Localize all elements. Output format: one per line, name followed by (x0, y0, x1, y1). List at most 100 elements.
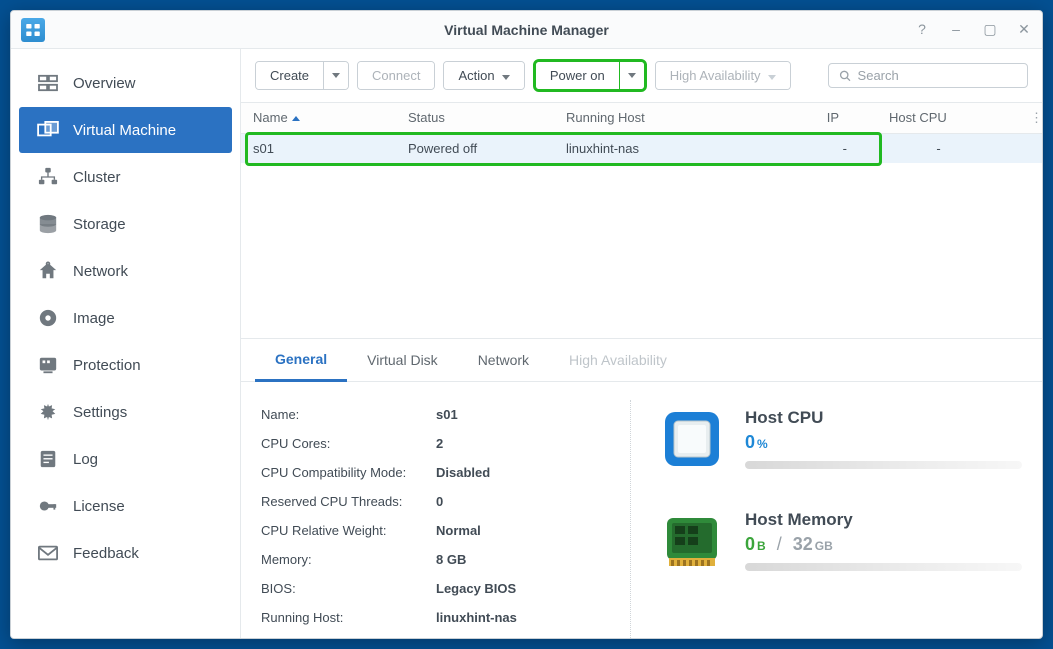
sidebar-item-cluster[interactable]: Cluster (19, 154, 232, 200)
connect-button-group: Connect (357, 61, 435, 90)
cell-cpu: - (859, 134, 1018, 163)
th-cpu[interactable]: Host CPU (859, 103, 1018, 133)
metric-host-cpu: Host CPU 0% (661, 408, 1022, 470)
sidebar-item-license[interactable]: License (19, 483, 232, 529)
license-icon (37, 496, 59, 516)
maximize-button[interactable]: ▢ (982, 21, 998, 38)
sidebar-item-virtual-machine[interactable]: Virtual Machine (19, 107, 232, 153)
kv-key: CPU Cores: (261, 436, 436, 451)
create-button[interactable]: Create (256, 62, 323, 89)
sidebar-item-feedback[interactable]: Feedback (19, 530, 232, 576)
ha-button-group: High Availability (655, 61, 791, 90)
connect-button[interactable]: Connect (358, 62, 434, 89)
create-button-group: Create (255, 61, 349, 90)
sidebar-item-network[interactable]: Network (19, 248, 232, 294)
th-more[interactable]: ⋮ (1018, 103, 1042, 133)
storage-icon (37, 214, 59, 234)
app-window: Virtual Machine Manager ? – ▢ ✕ Overview… (10, 10, 1043, 639)
metric-sep: / (777, 534, 782, 554)
action-label: Action (458, 68, 494, 83)
details-panel: General Virtual Disk Network High Availa… (241, 338, 1042, 638)
sidebar-label: Network (73, 263, 128, 280)
tab-general[interactable]: General (255, 339, 347, 382)
close-button[interactable]: ✕ (1016, 21, 1032, 38)
detail-body: Name:s01 CPU Cores:2 CPU Compatibility M… (241, 382, 1042, 638)
kv-val: 8 GB (436, 552, 466, 567)
metric-bar (745, 563, 1022, 571)
kv-val: s01 (436, 407, 458, 422)
th-ip[interactable]: IP (709, 103, 859, 133)
kv-key: CPU Relative Weight: (261, 523, 436, 538)
sidebar-label: Overview (73, 75, 136, 92)
poweron-dropdown-caret[interactable] (619, 62, 644, 89)
kv-row: Memory:8 GB (261, 545, 610, 574)
vm-icon (37, 120, 59, 140)
search-box[interactable] (828, 63, 1028, 88)
property-list: Name:s01 CPU Cores:2 CPU Compatibility M… (261, 400, 631, 638)
sidebar-item-storage[interactable]: Storage (19, 201, 232, 247)
memory-icon (661, 510, 723, 572)
kv-key: Name: (261, 407, 436, 422)
help-button[interactable]: ? (914, 21, 930, 38)
th-name-label: Name (253, 110, 288, 125)
metric-unit: % (757, 437, 768, 451)
metric-value: 0% (745, 432, 1022, 453)
kv-val: Disabled (436, 465, 490, 480)
kv-key: Reserved CPU Threads: (261, 494, 436, 509)
metric-bar (745, 461, 1022, 469)
window-controls: ? – ▢ ✕ (914, 21, 1032, 38)
detail-tabs: General Virtual Disk Network High Availa… (241, 339, 1042, 382)
feedback-icon (37, 543, 59, 563)
ha-button[interactable]: High Availability (656, 62, 790, 89)
metric-title: Host Memory (745, 510, 1022, 530)
kv-val: Legacy BIOS (436, 581, 516, 596)
body: Overview Virtual Machine Cluster Storage… (11, 49, 1042, 638)
action-button-group: Action (443, 61, 524, 90)
th-host[interactable]: Running Host (554, 103, 709, 133)
image-icon (37, 308, 59, 328)
metric-total-unit: GB (815, 539, 833, 553)
table-empty-space (241, 163, 1042, 338)
search-icon (839, 69, 852, 83)
log-icon (37, 449, 59, 469)
sidebar-label: Log (73, 451, 98, 468)
protection-icon (37, 355, 59, 375)
metric-total: 32 (793, 534, 813, 554)
sidebar-item-settings[interactable]: Settings (19, 389, 232, 435)
main-panel: Create Connect Action Power on High Avai… (241, 49, 1042, 638)
tab-network[interactable]: Network (458, 340, 549, 380)
sidebar-item-overview[interactable]: Overview (19, 60, 232, 106)
kv-row: Running Host:linuxhint-nas (261, 603, 610, 632)
sidebar: Overview Virtual Machine Cluster Storage… (11, 49, 241, 638)
minimize-button[interactable]: – (948, 21, 964, 38)
metric-title: Host CPU (745, 408, 1022, 428)
sidebar-label: Protection (73, 357, 141, 374)
cpu-icon (661, 408, 723, 470)
caret-down-icon (628, 73, 636, 78)
sidebar-item-image[interactable]: Image (19, 295, 232, 341)
toolbar: Create Connect Action Power on High Avai… (241, 49, 1042, 102)
sidebar-item-log[interactable]: Log (19, 436, 232, 482)
sort-asc-icon (292, 116, 300, 121)
kv-val: 0 (436, 494, 443, 509)
kv-key: Memory: (261, 552, 436, 567)
kv-key: BIOS: (261, 581, 436, 596)
cell-status: Powered off (396, 134, 554, 163)
poweron-button[interactable]: Power on (536, 62, 619, 89)
search-input[interactable] (858, 68, 1017, 83)
table-row[interactable]: s01 Powered off linuxhint-nas - - (241, 134, 1042, 163)
metric-info: Host Memory 0B / 32GB (745, 510, 1022, 571)
tab-virtual-disk[interactable]: Virtual Disk (347, 340, 458, 380)
table-header: Name Status Running Host IP Host CPU ⋮ (241, 102, 1042, 134)
th-status[interactable]: Status (396, 103, 554, 133)
metric-used: 0 (745, 534, 755, 554)
sidebar-item-protection[interactable]: Protection (19, 342, 232, 388)
action-button[interactable]: Action (444, 62, 523, 89)
create-dropdown-caret[interactable] (323, 62, 348, 89)
settings-icon (37, 402, 59, 422)
kv-row: CPU Relative Weight:Normal (261, 516, 610, 545)
kv-row: CPU Compatibility Mode:Disabled (261, 458, 610, 487)
th-name[interactable]: Name (241, 103, 396, 133)
sidebar-label: Settings (73, 404, 127, 421)
kv-row: CPU Cores:2 (261, 429, 610, 458)
